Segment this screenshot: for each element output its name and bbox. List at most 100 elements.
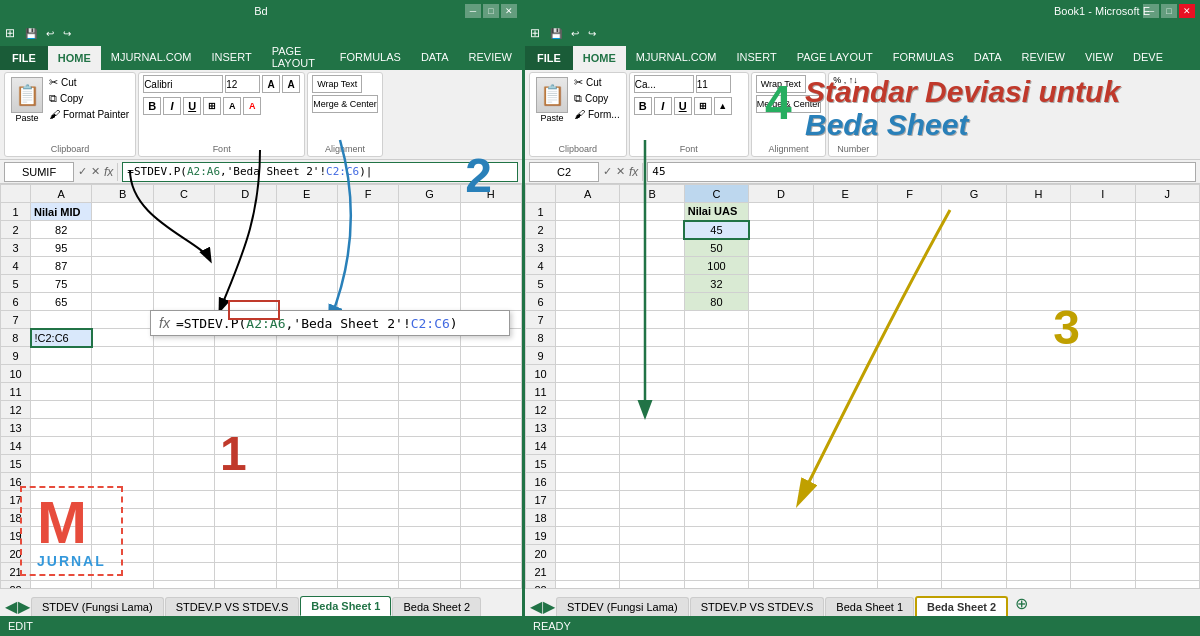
- cell-3-7[interactable]: [460, 239, 521, 257]
- font-size-input-left[interactable]: [225, 75, 260, 93]
- cell-right-1-4[interactable]: [813, 203, 877, 221]
- cell-right-21-6[interactable]: [942, 563, 1006, 581]
- cell-14-2[interactable]: [153, 437, 214, 455]
- cell-right-2-6[interactable]: [942, 221, 1006, 239]
- cell-right-18-6[interactable]: [942, 509, 1006, 527]
- cell-right-14-9[interactable]: [1135, 437, 1199, 455]
- tab-file-left[interactable]: FILE: [0, 44, 48, 70]
- cell-right-11-8[interactable]: [1071, 383, 1135, 401]
- cell-22-1[interactable]: [92, 581, 153, 589]
- fill-btn-left[interactable]: A: [223, 97, 241, 115]
- cell-14-6[interactable]: [399, 437, 460, 455]
- cell-8-3[interactable]: [215, 329, 276, 347]
- cell-right-9-4[interactable]: [813, 347, 877, 365]
- font-grow-btn-left[interactable]: A: [262, 75, 280, 93]
- cell-right-16-7[interactable]: [1006, 473, 1070, 491]
- cell-22-0[interactable]: [31, 581, 92, 589]
- cell-right-7-3[interactable]: [749, 311, 813, 329]
- cell-right-6-2[interactable]: 80: [684, 293, 748, 311]
- cell-right-17-3[interactable]: [749, 491, 813, 509]
- cell-21-6[interactable]: [399, 563, 460, 581]
- cell-7-4[interactable]: [276, 311, 337, 329]
- cell-right-2-3[interactable]: [749, 221, 813, 239]
- cell-right-5-0[interactable]: [556, 275, 620, 293]
- cell-8-0[interactable]: !C2:C6: [31, 329, 92, 347]
- cell-right-10-6[interactable]: [942, 365, 1006, 383]
- cell-right-5-5[interactable]: [877, 275, 941, 293]
- cell-right-9-2[interactable]: [684, 347, 748, 365]
- cell-right-22-8[interactable]: [1071, 581, 1135, 589]
- cell-right-16-1[interactable]: [620, 473, 684, 491]
- cell-right-2-1[interactable]: [620, 221, 684, 239]
- cell-right-14-6[interactable]: [942, 437, 1006, 455]
- cell-right-19-6[interactable]: [942, 527, 1006, 545]
- cell-8-1[interactable]: [92, 329, 153, 347]
- cell-12-4[interactable]: [276, 401, 337, 419]
- cell-right-22-2[interactable]: [684, 581, 748, 589]
- cell-right-14-2[interactable]: [684, 437, 748, 455]
- cell-right-19-2[interactable]: [684, 527, 748, 545]
- cell-4-5[interactable]: [337, 257, 398, 275]
- cell-right-14-8[interactable]: [1071, 437, 1135, 455]
- cell-right-18-1[interactable]: [620, 509, 684, 527]
- cell-right-15-7[interactable]: [1006, 455, 1070, 473]
- qa-redo-right[interactable]: ↪: [585, 27, 599, 40]
- cell-right-21-0[interactable]: [556, 563, 620, 581]
- cell-11-1[interactable]: [92, 383, 153, 401]
- sheet-nav-right-left[interactable]: ▶: [18, 597, 30, 616]
- cut-button-right[interactable]: ✂ Cut: [572, 75, 622, 90]
- cell-18-1[interactable]: [92, 509, 153, 527]
- cell-right-13-9[interactable]: [1135, 419, 1199, 437]
- cell-11-6[interactable]: [399, 383, 460, 401]
- cell-6-7[interactable]: [460, 293, 521, 311]
- cell-right-16-0[interactable]: [556, 473, 620, 491]
- cell-21-2[interactable]: [153, 563, 214, 581]
- cell-15-5[interactable]: [337, 455, 398, 473]
- cell-right-8-3[interactable]: [749, 329, 813, 347]
- cell-right-18-8[interactable]: [1071, 509, 1135, 527]
- cell-right-11-7[interactable]: [1006, 383, 1070, 401]
- cell-right-15-5[interactable]: [877, 455, 941, 473]
- cell-15-1[interactable]: [92, 455, 153, 473]
- tab-formulas-left[interactable]: FORMULAS: [330, 44, 411, 70]
- font-shrink-btn-left[interactable]: A: [282, 75, 300, 93]
- cell-14-1[interactable]: [92, 437, 153, 455]
- cell-18-3[interactable]: [215, 509, 276, 527]
- cell-20-1[interactable]: [92, 545, 153, 563]
- cell-10-4[interactable]: [276, 365, 337, 383]
- sheet-tab-stdevp-vs-left[interactable]: STDEV.P VS STDEV.S: [165, 597, 300, 616]
- cell-right-22-5[interactable]: [877, 581, 941, 589]
- cell-right-8-2[interactable]: [684, 329, 748, 347]
- cell-11-7[interactable]: [460, 383, 521, 401]
- cell-right-4-2[interactable]: 100: [684, 257, 748, 275]
- cell-1-0[interactable]: Nilai MID: [31, 203, 92, 221]
- cell-14-5[interactable]: [337, 437, 398, 455]
- qa-save-left[interactable]: 💾: [22, 27, 40, 40]
- cell-right-8-7[interactable]: [1006, 329, 1070, 347]
- add-sheet-btn-right[interactable]: ⊕: [1009, 591, 1034, 616]
- cell-right-1-7[interactable]: [1006, 203, 1070, 221]
- cell-16-5[interactable]: [337, 473, 398, 491]
- color-btn-left[interactable]: A: [243, 97, 261, 115]
- cell-4-3[interactable]: [215, 257, 276, 275]
- cell-right-16-4[interactable]: [813, 473, 877, 491]
- cell-22-5[interactable]: [337, 581, 398, 589]
- cell-6-1[interactable]: [92, 293, 153, 311]
- cell-right-20-1[interactable]: [620, 545, 684, 563]
- cell-right-1-6[interactable]: [942, 203, 1006, 221]
- cell-right-9-9[interactable]: [1135, 347, 1199, 365]
- tab-data-right[interactable]: DATA: [964, 44, 1012, 70]
- close-btn-right[interactable]: ✕: [1179, 4, 1195, 18]
- cell-right-5-7[interactable]: [1006, 275, 1070, 293]
- cell-right-5-4[interactable]: [813, 275, 877, 293]
- cell-17-2[interactable]: [153, 491, 214, 509]
- cell-right-1-2[interactable]: Nilai UAS: [684, 203, 748, 221]
- cell-right-4-4[interactable]: [813, 257, 877, 275]
- cell-12-2[interactable]: [153, 401, 214, 419]
- qa-undo-left[interactable]: ↩: [43, 27, 57, 40]
- formula-input-left[interactable]: =STDEV.P(A2:A6,'Beda Sheet 2'!C2:C6)|: [122, 162, 518, 182]
- cell-11-3[interactable]: [215, 383, 276, 401]
- cell-right-12-1[interactable]: [620, 401, 684, 419]
- cell-9-6[interactable]: [399, 347, 460, 365]
- cell-15-3[interactable]: [215, 455, 276, 473]
